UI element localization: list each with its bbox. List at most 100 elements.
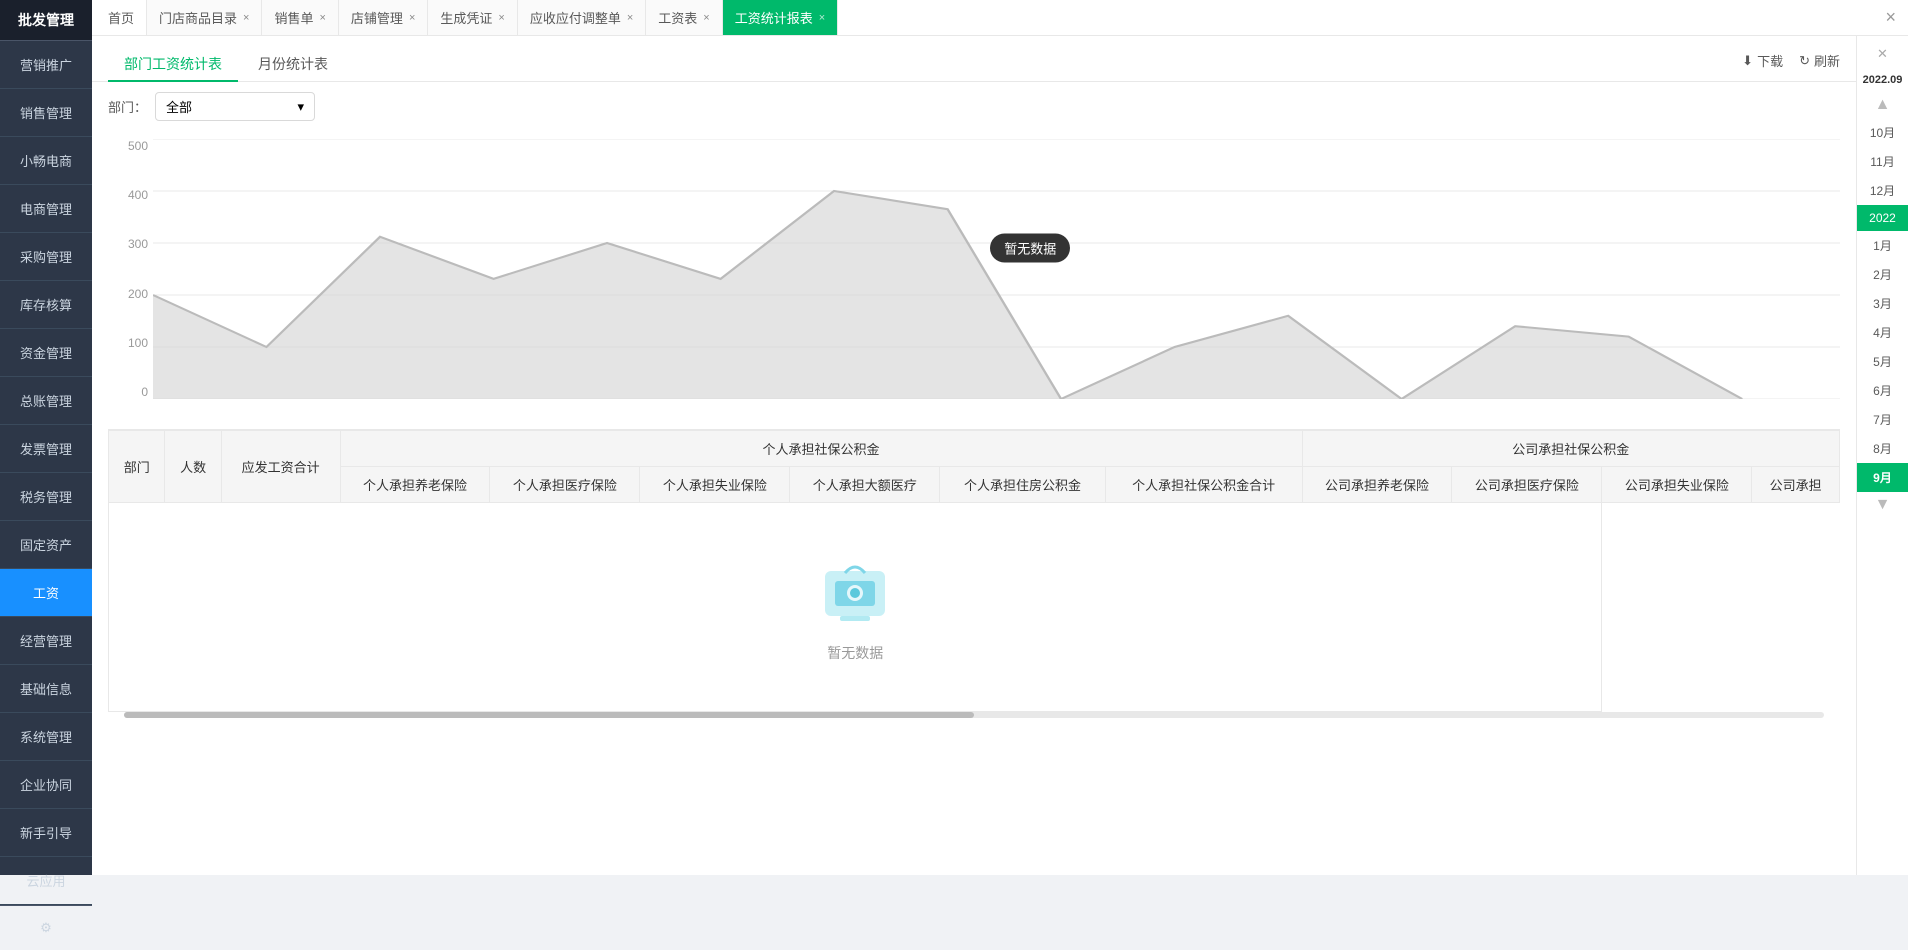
sidebar-item-jygl[interactable]: 经营管理 [0, 617, 92, 665]
th-personal-unemployment: 个人承担失业保险 [640, 467, 790, 503]
tab-payroll-report[interactable]: 工资统计报表 × [723, 0, 838, 35]
sidebar: 批发管理 营销推广 销售管理 小畅电商 电商管理 采购管理 库存核算 资金管理 … [0, 0, 92, 875]
tab-dept-stats[interactable]: 部门工资统计表 [108, 48, 238, 82]
tab-payroll[interactable]: 工资表 × [646, 0, 722, 35]
timeline-panel: ✕ 2022.09 ▲ 10月 11月 12月 2022 1月 2月 3月 4月… [1856, 36, 1908, 875]
sidebar-item-kches[interactable]: 库存核算 [0, 281, 92, 329]
refresh-label: 刷新 [1814, 51, 1840, 70]
tab-store-mgmt-label: 店铺管理 [351, 8, 403, 27]
tab-store-mgmt[interactable]: 店铺管理 × [339, 0, 428, 35]
th-company-insurance: 公司承担社保公积金 [1302, 431, 1839, 467]
sidebar-item-swgl[interactable]: 税务管理 [0, 473, 92, 521]
th-personal-housing-fund: 个人承担住房公积金 [940, 467, 1106, 503]
sidebar-item-xsgl[interactable]: 销售管理 [0, 89, 92, 137]
th-dept: 部门 [109, 431, 165, 503]
timeline-up-arrow[interactable]: ▲ [1871, 92, 1895, 118]
y-label-400: 400 [108, 188, 148, 202]
tab-payroll-report-label: 工资统计报表 [735, 8, 813, 27]
y-label-200: 200 [108, 287, 148, 301]
timeline-mar[interactable]: 3月 [1857, 289, 1908, 318]
scroll-thumb[interactable] [124, 712, 974, 718]
tab-payroll-close[interactable]: × [703, 12, 709, 24]
th-personal-total: 个人承担社保公积金合计 [1105, 467, 1302, 503]
sub-tabs: 部门工资统计表 月份统计表 ⬇ 下载 ↻ 刷新 [92, 36, 1856, 82]
sidebar-item-qytg[interactable]: 企业协同 [0, 761, 92, 809]
sidebar-item-fpgl[interactable]: 发票管理 [0, 425, 92, 473]
empty-state: 暂无数据 [119, 511, 1591, 703]
sub-tabs-left: 部门工资统计表 月份统计表 [108, 48, 344, 81]
table-section: 部门 人数 应发工资合计 个人承担社保公积金 公司承担社保公积金 个人承担养老保… [108, 429, 1840, 712]
sidebar-item-zjgl[interactable]: 资金管理 [0, 329, 92, 377]
timeline-apr[interactable]: 4月 [1857, 318, 1908, 347]
tab-sales[interactable]: 销售单 × [262, 0, 338, 35]
empty-text: 暂无数据 [827, 643, 883, 663]
timeline-sep[interactable]: 9月 [1857, 463, 1908, 492]
tab-bar: 首页 门店商品目录 × 销售单 × 店铺管理 × 生成凭证 × 应收应付调整单 … [92, 0, 1908, 36]
timeline-may[interactable]: 5月 [1857, 347, 1908, 376]
th-personal-medical: 个人承担医疗保险 [490, 467, 640, 503]
tab-store-catalog-close[interactable]: × [243, 12, 249, 24]
table-empty-cell: 暂无数据 [109, 503, 1602, 712]
tab-bar-close[interactable]: × [1873, 7, 1908, 28]
sub-tabs-right: ⬇ 下载 ↻ 刷新 [1742, 51, 1840, 78]
timeline-dec[interactable]: 12月 [1857, 176, 1908, 205]
download-icon: ⬇ [1742, 53, 1753, 69]
horizontal-scrollbar[interactable] [124, 712, 1824, 718]
dept-filter-select[interactable]: 全部 ▾ [155, 92, 315, 121]
filter-label: 部门： [108, 97, 147, 116]
empty-icon [815, 551, 895, 631]
download-label: 下载 [1757, 51, 1783, 70]
page-content: 部门工资统计表 月份统计表 ⬇ 下载 ↻ 刷新 部门： [92, 36, 1856, 875]
timeline-oct[interactable]: 10月 [1857, 118, 1908, 147]
timeline-jan[interactable]: 1月 [1857, 231, 1908, 260]
sidebar-item-xcdg[interactable]: 小畅电商 [0, 137, 92, 185]
sidebar-item-gdze[interactable]: 固定资产 [0, 521, 92, 569]
timeline-nov[interactable]: 11月 [1857, 147, 1908, 176]
sidebar-item-xsyd[interactable]: 新手引导 [0, 809, 92, 857]
timeline-top-year: 2022.09 [1857, 68, 1908, 92]
sidebar-item-gz[interactable]: 工资 [0, 569, 92, 617]
dept-filter-value: 全部 [166, 97, 192, 116]
tab-month-stats[interactable]: 月份统计表 [242, 48, 344, 82]
sidebar-item-dsggl[interactable]: 电商管理 [0, 185, 92, 233]
timeline-aug[interactable]: 8月 [1857, 434, 1908, 463]
tab-payroll-label: 工资表 [658, 8, 697, 27]
tab-store-catalog[interactable]: 门店商品目录 × [147, 0, 262, 35]
tab-home[interactable]: 首页 [96, 0, 147, 35]
tab-sales-close[interactable]: × [319, 12, 325, 24]
sidebar-item-zzgl[interactable]: 总账管理 [0, 377, 92, 425]
timeline-feb[interactable]: 2月 [1857, 260, 1908, 289]
chart-container: 0 100 200 300 400 500 [108, 139, 1840, 429]
chart-area: 0 100 200 300 400 500 [92, 131, 1856, 875]
sidebar-item-cqgl[interactable]: 采购管理 [0, 233, 92, 281]
sidebar-item-xtgl[interactable]: 系统管理 [0, 713, 92, 761]
refresh-btn[interactable]: ↻ 刷新 [1799, 51, 1840, 70]
area-chart-svg [153, 139, 1840, 399]
th-company-rest: 公司承担 [1752, 467, 1840, 503]
y-axis-labels: 0 100 200 300 400 500 [108, 139, 148, 399]
tab-generate-voucher[interactable]: 生成凭证 × [428, 0, 517, 35]
timeline-down-arrow[interactable]: ▼ [1871, 492, 1895, 518]
th-count: 人数 [165, 431, 221, 503]
tab-store-mgmt-close[interactable]: × [409, 12, 415, 24]
download-btn[interactable]: ⬇ 下载 [1742, 51, 1783, 70]
timeline-close[interactable]: ✕ [1857, 40, 1908, 68]
sidebar-settings[interactable]: ⚙ [0, 905, 92, 950]
th-total-wage: 应发工资合计 [221, 431, 340, 503]
timeline-year-2022[interactable]: 2022 [1857, 205, 1908, 231]
timeline-jul[interactable]: 7月 [1857, 405, 1908, 434]
timeline-jun[interactable]: 6月 [1857, 376, 1908, 405]
content-area: 部门工资统计表 月份统计表 ⬇ 下载 ↻ 刷新 部门： [92, 36, 1908, 875]
y-label-0: 0 [108, 385, 148, 399]
sidebar-item-yyyp[interactable]: 云应用 [0, 857, 92, 905]
sidebar-header[interactable]: 批发管理 [0, 0, 92, 41]
sidebar-item-yxtt[interactable]: 营销推广 [0, 41, 92, 89]
tab-generate-voucher-close[interactable]: × [498, 12, 504, 24]
tab-payroll-report-close[interactable]: × [819, 12, 825, 24]
tab-ar-ap[interactable]: 应收应付调整单 × [518, 0, 646, 35]
tab-store-catalog-label: 门店商品目录 [159, 8, 237, 27]
sidebar-item-jcxx[interactable]: 基础信息 [0, 665, 92, 713]
th-company-medical: 公司承担医疗保险 [1452, 467, 1602, 503]
main-area: 首页 门店商品目录 × 销售单 × 店铺管理 × 生成凭证 × 应收应付调整单 … [92, 0, 1908, 875]
tab-ar-ap-close[interactable]: × [627, 12, 633, 24]
